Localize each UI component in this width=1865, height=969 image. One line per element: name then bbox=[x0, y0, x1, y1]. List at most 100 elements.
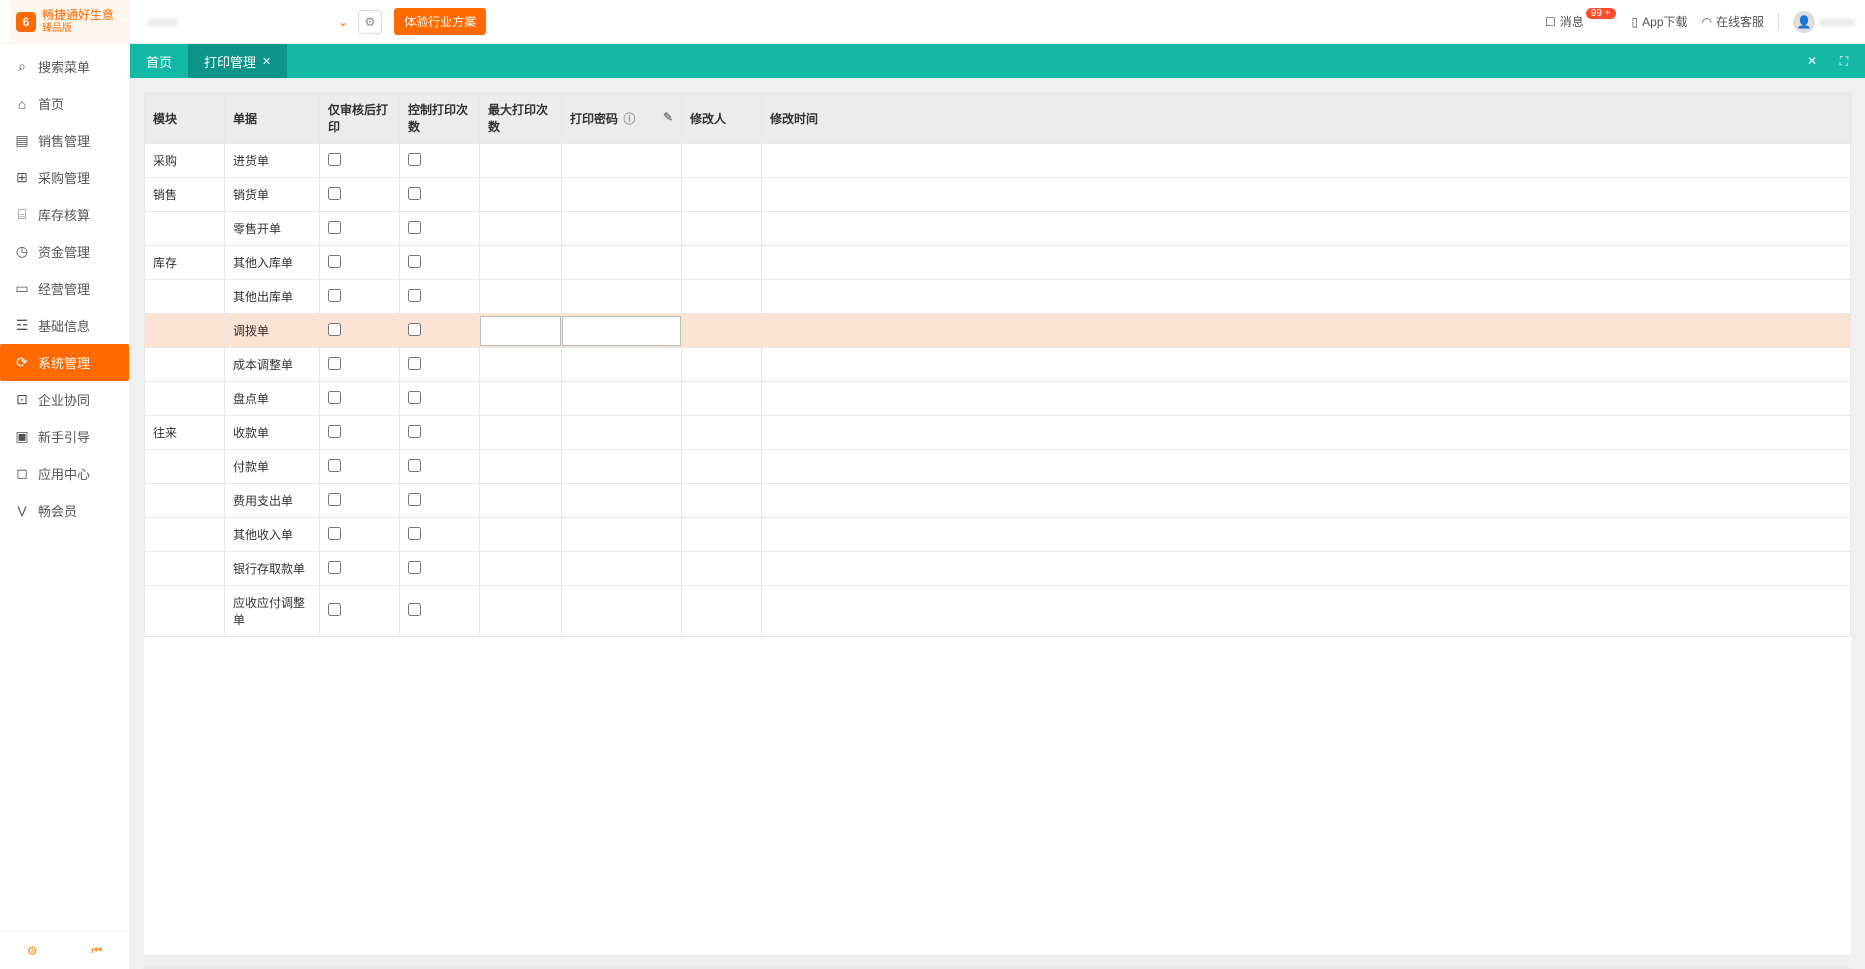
cell-password bbox=[562, 586, 682, 637]
control-count-checkbox[interactable] bbox=[408, 153, 421, 166]
cell-control-count bbox=[400, 178, 480, 212]
sidebar-item-2[interactable]: ▤销售管理 bbox=[0, 122, 129, 159]
control-count-checkbox[interactable] bbox=[408, 255, 421, 268]
sidebar-bottom: ⚙ ⏮ bbox=[0, 931, 129, 969]
audit-only-checkbox[interactable] bbox=[328, 221, 341, 234]
control-count-checkbox[interactable] bbox=[408, 561, 421, 574]
user-name: xxxxxx bbox=[1819, 15, 1855, 29]
control-count-checkbox[interactable] bbox=[408, 391, 421, 404]
th-modifier: 修改人 bbox=[682, 93, 762, 144]
sidebar-item-4[interactable]: ⌸库存核算 bbox=[0, 196, 129, 233]
cell-modify-time bbox=[762, 212, 1851, 246]
account-link[interactable]: 👤 xxxxxx bbox=[1793, 11, 1855, 33]
sidebar-item-5[interactable]: ◷资金管理 bbox=[0, 233, 129, 270]
control-count-checkbox[interactable] bbox=[408, 357, 421, 370]
sidebar-icon: ⌸ bbox=[14, 207, 30, 223]
sidebar-item-6[interactable]: ▭经营管理 bbox=[0, 270, 129, 307]
control-count-checkbox[interactable] bbox=[408, 221, 421, 234]
cell-module bbox=[145, 518, 225, 552]
cell-audit-only bbox=[320, 212, 400, 246]
audit-only-checkbox[interactable] bbox=[328, 357, 341, 370]
cell-password bbox=[562, 144, 682, 178]
app-download-link[interactable]: ▯ App下载 bbox=[1632, 13, 1688, 30]
control-count-checkbox[interactable] bbox=[408, 425, 421, 438]
settings-button[interactable]: ⚙ bbox=[358, 10, 382, 34]
control-count-checkbox[interactable] bbox=[408, 527, 421, 540]
max-count-input[interactable] bbox=[480, 316, 561, 346]
sidebar-item-11[interactable]: ◻应用中心 bbox=[0, 455, 129, 492]
audit-only-checkbox[interactable] bbox=[328, 323, 341, 336]
messages-label: 消息 bbox=[1560, 13, 1584, 30]
cell-modify-time bbox=[762, 382, 1851, 416]
table-row: 库存其他入库单 bbox=[145, 246, 1851, 280]
table-row: 零售开单 bbox=[145, 212, 1851, 246]
close-icon[interactable]: ✕ bbox=[262, 55, 271, 68]
control-count-checkbox[interactable] bbox=[408, 459, 421, 472]
sidebar-icon: ⊡ bbox=[14, 392, 30, 408]
cell-max-count bbox=[480, 212, 562, 246]
audit-only-checkbox[interactable] bbox=[328, 289, 341, 302]
cell-doc: 银行存取款单 bbox=[225, 552, 320, 586]
tab-close-all-button[interactable]: ✕ bbox=[1801, 50, 1823, 72]
cell-modify-time bbox=[762, 416, 1851, 450]
control-count-checkbox[interactable] bbox=[408, 603, 421, 616]
sidebar-collapse-icon[interactable]: ⏮ bbox=[91, 943, 102, 958]
table-row: 采购进货单 bbox=[145, 144, 1851, 178]
audit-only-checkbox[interactable] bbox=[328, 603, 341, 616]
sidebar-gear-icon[interactable]: ⚙ bbox=[27, 944, 38, 958]
topbar-right: ☐ 消息 99 + ▯ App下载 ◠ 在线客服 👤 xxxxxx bbox=[1545, 11, 1855, 33]
org-selector[interactable]: xxxxx ⌄ bbox=[148, 15, 348, 29]
audit-only-checkbox[interactable] bbox=[328, 527, 341, 540]
table-row: 付款单 bbox=[145, 450, 1851, 484]
control-count-checkbox[interactable] bbox=[408, 289, 421, 302]
control-count-checkbox[interactable] bbox=[408, 187, 421, 200]
audit-only-checkbox[interactable] bbox=[328, 187, 341, 200]
table-row: 成本调整单 bbox=[145, 348, 1851, 382]
sidebar-icon: ▣ bbox=[14, 429, 30, 445]
cell-doc: 进货单 bbox=[225, 144, 320, 178]
sidebar-item-1[interactable]: ⌂首页 bbox=[0, 85, 129, 122]
th-control-count: 控制打印次数 bbox=[400, 93, 480, 144]
password-input[interactable] bbox=[562, 316, 681, 346]
sidebar-item-7[interactable]: ☲基础信息 bbox=[0, 307, 129, 344]
th-module: 模块 bbox=[145, 93, 225, 144]
help-icon[interactable]: ⓘ bbox=[623, 112, 635, 126]
audit-only-checkbox[interactable] bbox=[328, 561, 341, 574]
fullscreen-button[interactable]: ⛶ bbox=[1833, 50, 1855, 72]
panel: 模块 单据 仅审核后打印 控制打印次数 最大打印次数 打印密码 ⓘ ✎ bbox=[144, 92, 1851, 955]
messages-link[interactable]: ☐ 消息 99 + bbox=[1545, 13, 1618, 30]
audit-only-checkbox[interactable] bbox=[328, 153, 341, 166]
edit-icon[interactable]: ✎ bbox=[663, 110, 673, 124]
cell-modify-time bbox=[762, 280, 1851, 314]
cell-control-count bbox=[400, 518, 480, 552]
sidebar-item-8[interactable]: ⟳系统管理 bbox=[0, 344, 129, 381]
sidebar-item-label: 新手引导 bbox=[38, 427, 90, 446]
trial-button[interactable]: 体验行业方案 bbox=[394, 8, 486, 35]
audit-only-checkbox[interactable] bbox=[328, 391, 341, 404]
audit-only-checkbox[interactable] bbox=[328, 425, 341, 438]
cell-audit-only bbox=[320, 450, 400, 484]
audit-only-checkbox[interactable] bbox=[328, 255, 341, 268]
audit-only-checkbox[interactable] bbox=[328, 493, 341, 506]
control-count-checkbox[interactable] bbox=[408, 493, 421, 506]
control-count-checkbox[interactable] bbox=[408, 323, 421, 336]
cell-modify-time bbox=[762, 450, 1851, 484]
sidebar-item-9[interactable]: ⊡企业协同 bbox=[0, 381, 129, 418]
tab-print-manage[interactable]: 打印管理 ✕ bbox=[188, 44, 287, 78]
cell-max-count bbox=[480, 518, 562, 552]
sidebar-item-10[interactable]: ▣ 新手引导 bbox=[0, 418, 129, 455]
sidebar-item-0[interactable]: ⌕搜索菜单 bbox=[0, 48, 129, 85]
tab-home[interactable]: 首页 bbox=[130, 44, 188, 78]
print-settings-table: 模块 单据 仅审核后打印 控制打印次数 最大打印次数 打印密码 ⓘ ✎ bbox=[144, 92, 1851, 637]
topbar: 6 畅捷通好生意 臻品版 xxxxx ⌄ ⚙ 体验行业方案 ☐ 消息 99 + … bbox=[0, 0, 1865, 44]
app-download-label: App下载 bbox=[1642, 13, 1687, 30]
online-service-link[interactable]: ◠ 在线客服 bbox=[1702, 13, 1765, 30]
tabbar: 首页 打印管理 ✕ ✕ ⛶ bbox=[130, 44, 1865, 78]
cell-audit-only bbox=[320, 348, 400, 382]
cell-doc: 应收应付调整单 bbox=[225, 586, 320, 637]
sidebar-item-12[interactable]: V畅会员 bbox=[0, 492, 129, 529]
audit-only-checkbox[interactable] bbox=[328, 459, 341, 472]
cell-max-count bbox=[480, 348, 562, 382]
cell-password bbox=[562, 518, 682, 552]
sidebar-item-3[interactable]: ⊞采购管理 bbox=[0, 159, 129, 196]
